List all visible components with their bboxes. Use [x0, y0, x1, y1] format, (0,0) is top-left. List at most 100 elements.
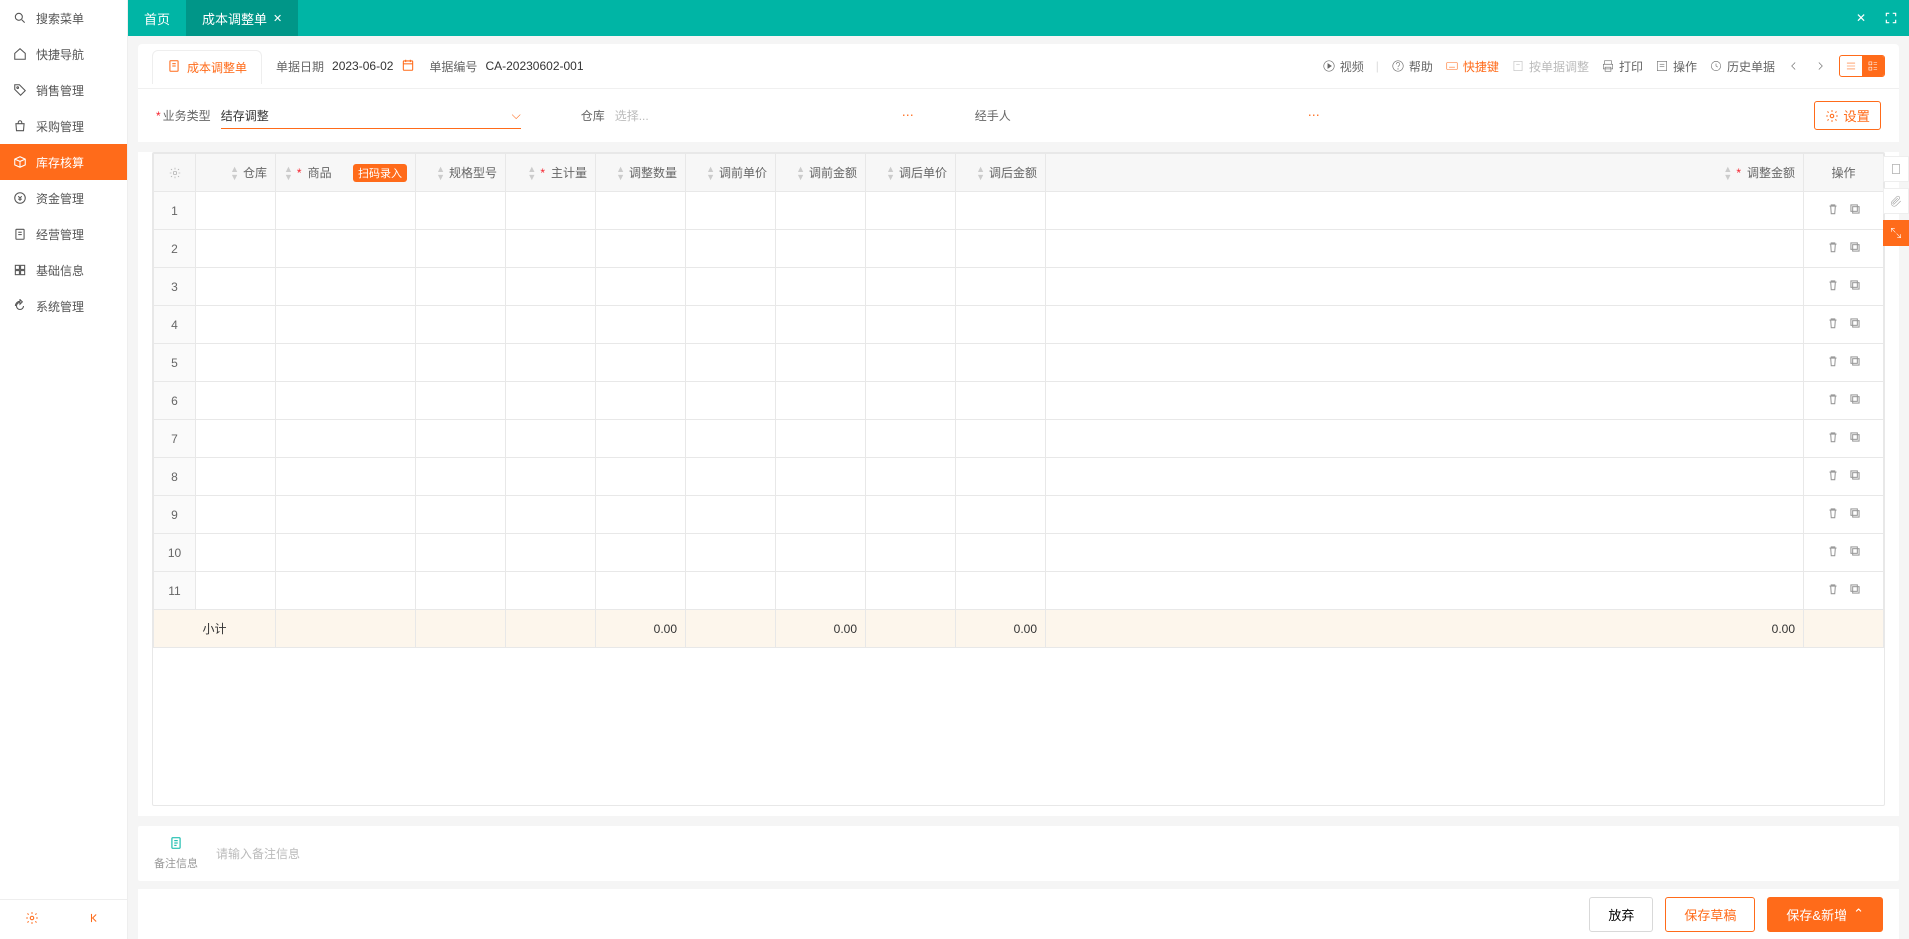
- sidebar-item-label: 库存核算: [36, 154, 84, 171]
- view-detail-button[interactable]: [1862, 56, 1884, 76]
- warehouse-select[interactable]: 选择... ⋯: [615, 103, 915, 129]
- remark-input[interactable]: [216, 847, 1883, 861]
- print-button[interactable]: 打印: [1601, 58, 1643, 75]
- calendar-icon[interactable]: [401, 58, 415, 75]
- delete-row-icon[interactable]: [1826, 316, 1840, 330]
- col-warehouse[interactable]: ▲▼仓库: [196, 154, 276, 192]
- right-rail: [1883, 156, 1909, 246]
- note-icon: [169, 836, 183, 853]
- fullscreen-icon[interactable]: [1881, 8, 1901, 28]
- sidebar-item-basic[interactable]: 基础信息: [0, 252, 127, 288]
- table-row[interactable]: 1: [154, 192, 1884, 230]
- table-row[interactable]: 6: [154, 382, 1884, 420]
- delete-row-icon[interactable]: [1826, 506, 1840, 520]
- copy-row-icon[interactable]: [1848, 240, 1862, 254]
- col-pre-price[interactable]: ▲▼调前单价: [686, 154, 776, 192]
- col-main-qty[interactable]: ▲▼*主计量: [506, 154, 596, 192]
- delete-row-icon[interactable]: [1826, 354, 1840, 368]
- delete-row-icon[interactable]: [1826, 240, 1840, 254]
- box-icon: [12, 154, 28, 170]
- delete-row-icon[interactable]: [1826, 430, 1840, 444]
- col-pre-amount[interactable]: ▲▼调前金额: [776, 154, 866, 192]
- delete-row-icon[interactable]: [1826, 202, 1840, 216]
- table-row[interactable]: 5: [154, 344, 1884, 382]
- col-config[interactable]: [154, 154, 196, 192]
- close-icon[interactable]: ✕: [273, 12, 282, 25]
- settings-button[interactable]: 设置: [1814, 101, 1881, 130]
- view-list-button[interactable]: [1840, 56, 1862, 76]
- delete-row-icon[interactable]: [1826, 392, 1840, 406]
- table-row[interactable]: 3: [154, 268, 1884, 306]
- delete-row-icon[interactable]: [1826, 278, 1840, 292]
- rail-attach-icon[interactable]: [1883, 188, 1909, 214]
- scan-badge[interactable]: 扫码录入: [353, 164, 407, 182]
- sidebar-item-label: 基础信息: [36, 262, 84, 279]
- history-button[interactable]: 历史单据: [1709, 58, 1775, 75]
- copy-row-icon[interactable]: [1848, 582, 1862, 596]
- more-icon[interactable]: ⋯: [902, 108, 915, 122]
- gear-icon[interactable]: [25, 911, 39, 928]
- copy-row-icon[interactable]: [1848, 430, 1862, 444]
- col-product[interactable]: ▲▼*商品扫码录入: [276, 154, 416, 192]
- prev-button[interactable]: [1787, 59, 1801, 73]
- rail-note-icon[interactable]: [1883, 156, 1909, 182]
- copy-row-icon[interactable]: [1848, 506, 1862, 520]
- remark-section: 备注信息: [138, 826, 1899, 881]
- sidebar-item-business[interactable]: 经营管理: [0, 216, 127, 252]
- copy-row-icon[interactable]: [1848, 354, 1862, 368]
- sidebar-item-quicknav[interactable]: 快捷导航: [0, 36, 127, 72]
- table-row[interactable]: 2: [154, 230, 1884, 268]
- col-adj-amount[interactable]: ▲▼*调整金额: [1046, 154, 1804, 192]
- collapse-icon[interactable]: [88, 911, 102, 928]
- delete-row-icon[interactable]: [1826, 544, 1840, 558]
- shortcut-button[interactable]: 快捷键: [1445, 58, 1499, 75]
- grid-icon: [12, 262, 28, 278]
- tab-cost-adjust[interactable]: 成本调整单 ✕: [186, 0, 298, 36]
- delete-row-icon[interactable]: [1826, 582, 1840, 596]
- copy-row-icon[interactable]: [1848, 278, 1862, 292]
- rail-expand-icon[interactable]: [1883, 220, 1909, 246]
- help-button[interactable]: 帮助: [1391, 58, 1433, 75]
- col-post-amount[interactable]: ▲▼调后金额: [956, 154, 1046, 192]
- table-row[interactable]: 7: [154, 420, 1884, 458]
- tab-close-button[interactable]: ✕: [1851, 8, 1871, 28]
- sidebar-item-label: 搜索菜单: [36, 10, 84, 27]
- sidebar-item-purchase[interactable]: 采购管理: [0, 108, 127, 144]
- copy-row-icon[interactable]: [1848, 392, 1862, 406]
- video-button[interactable]: 视频: [1322, 58, 1364, 75]
- copy-row-icon[interactable]: [1848, 316, 1862, 330]
- copy-row-icon[interactable]: [1848, 468, 1862, 482]
- sidebar-item-search[interactable]: 搜索菜单: [0, 0, 127, 36]
- save-draft-button[interactable]: 保存草稿: [1665, 897, 1755, 932]
- table-row[interactable]: 9: [154, 496, 1884, 534]
- document-icon: [167, 59, 181, 76]
- next-button[interactable]: [1813, 59, 1827, 73]
- table-row[interactable]: 10: [154, 534, 1884, 572]
- sidebar-item-sales[interactable]: 销售管理: [0, 72, 127, 108]
- col-spec[interactable]: ▲▼规格型号: [416, 154, 506, 192]
- copy-row-icon[interactable]: [1848, 544, 1862, 558]
- copy-row-icon[interactable]: [1848, 202, 1862, 216]
- biz-type-select[interactable]: 结存调整 ⌵: [221, 103, 521, 129]
- sidebar-item-funds[interactable]: 资金管理: [0, 180, 127, 216]
- table-row[interactable]: 8: [154, 458, 1884, 496]
- doc-date-value[interactable]: 2023-06-02: [332, 59, 393, 73]
- sidebar-item-system[interactable]: 系统管理: [0, 288, 127, 324]
- chevron-down-icon: ⌵: [512, 108, 521, 123]
- sidebar-item-label: 销售管理: [36, 82, 84, 99]
- save-new-button[interactable]: 保存&新增 ⌃: [1767, 897, 1883, 932]
- tabs-bar: 首页 成本调整单 ✕ ✕: [128, 0, 1909, 36]
- delete-row-icon[interactable]: [1826, 468, 1840, 482]
- operate-button[interactable]: 操作: [1655, 58, 1697, 75]
- sidebar-item-inventory[interactable]: 库存核算: [0, 144, 127, 180]
- handler-select[interactable]: ⋯: [1021, 104, 1321, 127]
- tab-home[interactable]: 首页: [128, 0, 186, 36]
- table-row[interactable]: 11: [154, 572, 1884, 610]
- more-icon[interactable]: ⋯: [1308, 108, 1321, 122]
- table-row[interactable]: 4: [154, 306, 1884, 344]
- sidebar-item-label: 快捷导航: [36, 46, 84, 63]
- col-adj-qty[interactable]: ▲▼调整数量: [596, 154, 686, 192]
- discard-button[interactable]: 放弃: [1589, 897, 1653, 932]
- col-post-price[interactable]: ▲▼调后单价: [866, 154, 956, 192]
- sidebar-item-label: 资金管理: [36, 190, 84, 207]
